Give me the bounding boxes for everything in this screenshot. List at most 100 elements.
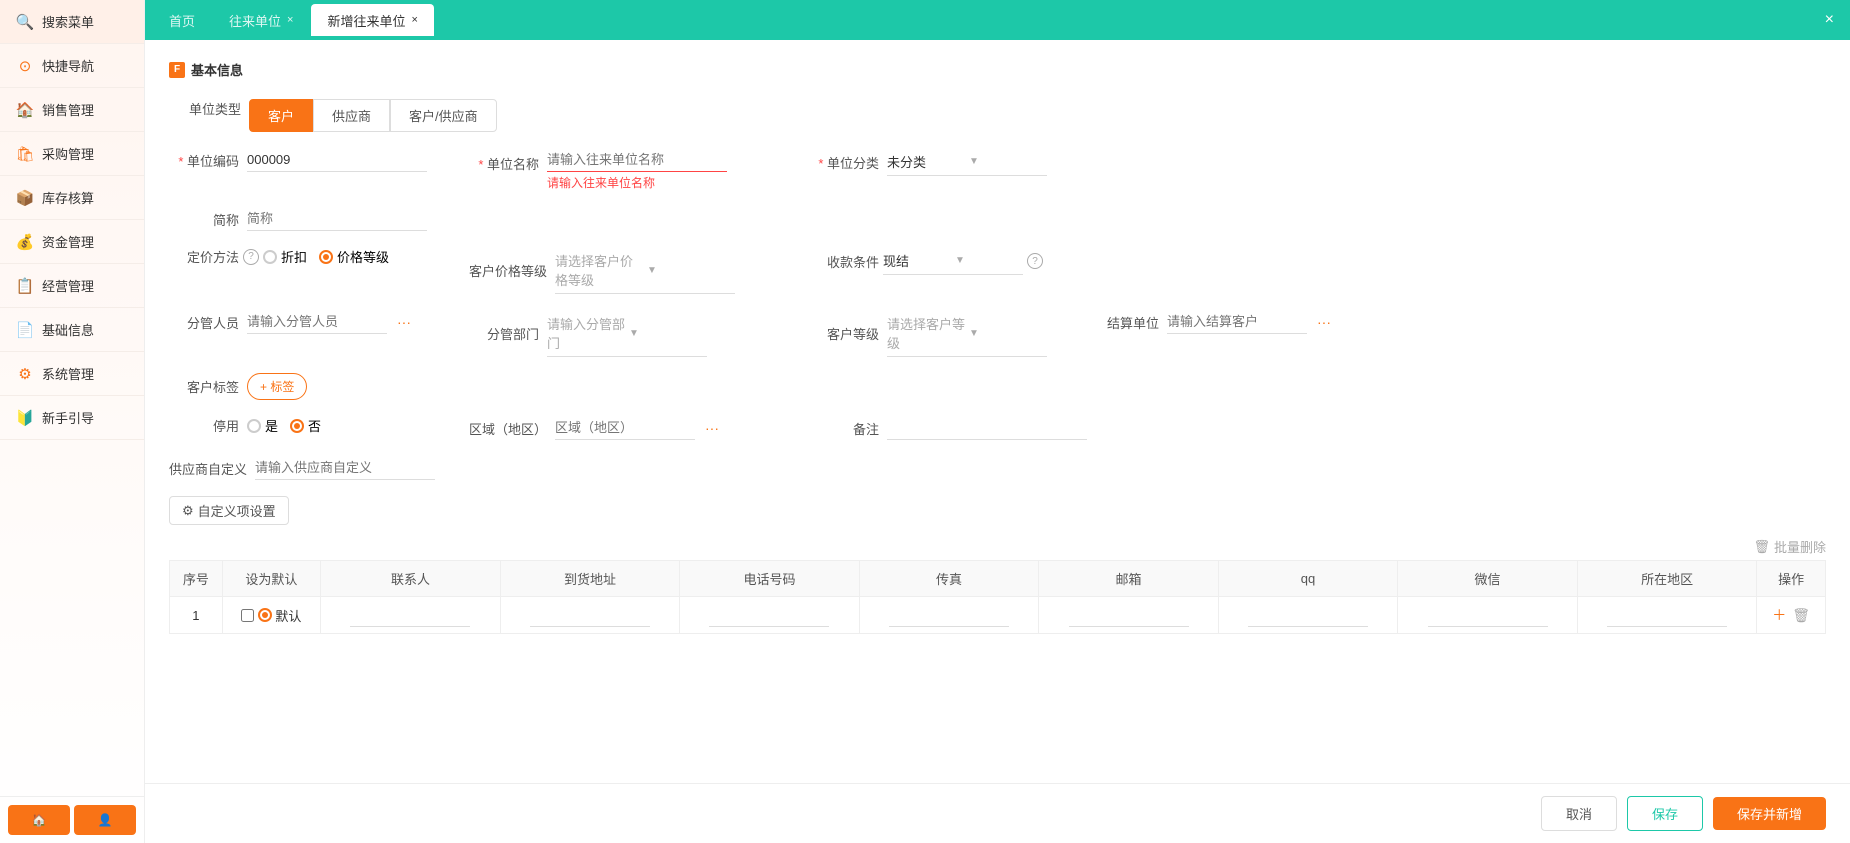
- settlement-unit-group: 结算单位 ···: [1089, 310, 1826, 334]
- unit-name-input[interactable]: [547, 148, 727, 172]
- cell-fax[interactable]: [859, 597, 1039, 634]
- sidebar-home-btn[interactable]: 🏠: [8, 805, 70, 835]
- disabled-row: 停用 是 否 区域（地区） ···: [169, 416, 1826, 440]
- address-input[interactable]: [530, 603, 650, 627]
- tab-new-partner[interactable]: 新增往来单位 ×: [311, 4, 433, 36]
- sidebar: 🔍 搜索菜单 ⊙ 快捷导航 🏠 销售管理 🛍 采购管理 📦 库存核算 💰 资金管…: [0, 0, 145, 843]
- department-placeholder: 请输入分管部门: [547, 314, 625, 352]
- chevron-down-icon: ▼: [969, 156, 1047, 167]
- department-group: 分管部门 请输入分管部门 ▼: [469, 310, 809, 357]
- manager-input[interactable]: [247, 310, 387, 334]
- row-actions: ＋ 🗑: [1763, 605, 1819, 625]
- sidebar-item-label: 搜索菜单: [42, 12, 94, 31]
- settlement-ellipsis-btn[interactable]: ···: [1315, 314, 1333, 330]
- sidebar-item-search[interactable]: 🔍 搜索菜单: [0, 0, 144, 44]
- cell-phone[interactable]: [680, 597, 860, 634]
- radio-discount[interactable]: 折扣: [263, 247, 307, 266]
- custom-settings-btn[interactable]: ⚙ 自定义项设置: [169, 496, 289, 525]
- email-input[interactable]: [1069, 603, 1189, 627]
- finance-icon: 💰: [16, 233, 34, 251]
- cell-index: 1: [170, 597, 223, 634]
- settlement-unit-input[interactable]: [1167, 310, 1307, 334]
- region-input[interactable]: [555, 416, 695, 440]
- remark-input[interactable]: [887, 416, 1087, 440]
- customer-price-level-select[interactable]: 请选择客户价格等级 ▼: [555, 247, 735, 294]
- cell-wechat[interactable]: [1398, 597, 1578, 634]
- tab-label: 首页: [169, 11, 195, 30]
- region-ellipsis-btn[interactable]: ···: [703, 420, 721, 436]
- sidebar-item-system[interactable]: ⚙ 系统管理: [0, 352, 144, 396]
- unit-name-input-box: 请输入往来单位名称: [547, 148, 727, 191]
- radio-disabled-yes[interactable]: 是: [247, 416, 278, 435]
- supplier-custom-input[interactable]: [255, 456, 435, 480]
- delete-row-icon[interactable]: 🗑: [1792, 607, 1810, 624]
- customer-price-level-group: 客户价格等级 请选择客户价格等级 ▼: [469, 247, 809, 294]
- cell-email[interactable]: [1039, 597, 1219, 634]
- sidebar-item-basic-info[interactable]: 📄 基础信息: [0, 308, 144, 352]
- payment-terms-select[interactable]: 现结 ▼: [883, 247, 1023, 275]
- wechat-input[interactable]: [1428, 603, 1548, 627]
- sidebar-user-btn[interactable]: 👤: [74, 805, 136, 835]
- save-new-button[interactable]: 保存并新增: [1713, 797, 1826, 830]
- payment-help-icon[interactable]: ?: [1027, 253, 1043, 269]
- cell-address[interactable]: [500, 597, 680, 634]
- unit-code-label: 单位编码: [169, 151, 239, 170]
- sidebar-item-inventory[interactable]: 📦 库存核算: [0, 176, 144, 220]
- add-row-icon[interactable]: ＋: [1772, 605, 1786, 625]
- sidebar-item-purchase[interactable]: 🛍 采购管理: [0, 132, 144, 176]
- sidebar-item-label: 经营管理: [42, 276, 94, 295]
- radio-price-level[interactable]: 价格等级: [319, 247, 389, 266]
- radio-disabled-yes-label: 是: [265, 416, 278, 435]
- unit-type-group: 客户 供应商 客户/供应商: [249, 99, 497, 132]
- sidebar-item-quick-nav[interactable]: ⊙ 快捷导航: [0, 44, 144, 88]
- remark-group: 备注: [809, 416, 1826, 440]
- unit-category-select[interactable]: 未分类 ▼: [887, 148, 1047, 176]
- qq-input[interactable]: [1248, 603, 1368, 627]
- sidebar-item-label: 基础信息: [42, 320, 94, 339]
- batch-delete-label[interactable]: 批量删除: [1774, 537, 1826, 556]
- region-table-input[interactable]: [1607, 603, 1727, 627]
- sidebar-item-finance[interactable]: 💰 资金管理: [0, 220, 144, 264]
- col-fax: 传真: [859, 561, 1039, 597]
- table-body: 1 默认: [170, 597, 1826, 634]
- col-phone: 电话号码: [680, 561, 860, 597]
- cell-region[interactable]: [1577, 597, 1757, 634]
- unit-code-input[interactable]: [247, 148, 427, 172]
- radio-disabled-no[interactable]: 否: [290, 416, 321, 435]
- default-radio[interactable]: [258, 608, 272, 622]
- sidebar-item-sales[interactable]: 🏠 销售管理: [0, 88, 144, 132]
- sidebar-item-label: 系统管理: [42, 364, 94, 383]
- unit-type-row: 单位类型 客户 供应商 客户/供应商: [169, 99, 1826, 132]
- add-tag-btn[interactable]: + 标签: [247, 373, 307, 400]
- phone-input[interactable]: [709, 603, 829, 627]
- cell-qq[interactable]: [1218, 597, 1398, 634]
- window-close-btn[interactable]: ×: [1817, 11, 1842, 29]
- cell-contact[interactable]: [321, 597, 501, 634]
- tab-partner[interactable]: 往来单位 ×: [213, 4, 309, 36]
- short-name-group: 简称: [169, 207, 469, 231]
- sidebar-item-operations[interactable]: 📋 经营管理: [0, 264, 144, 308]
- department-select[interactable]: 请输入分管部门 ▼: [547, 310, 707, 357]
- unit-code-group: 单位编码: [169, 148, 469, 172]
- fax-input[interactable]: [889, 603, 1009, 627]
- short-name-input[interactable]: [247, 207, 427, 231]
- tab-label: 往来单位: [229, 11, 281, 30]
- sidebar-item-guide[interactable]: 🔰 新手引导: [0, 396, 144, 440]
- sales-icon: 🏠: [16, 101, 34, 119]
- contact-input[interactable]: [350, 603, 470, 627]
- customer-tag-row: 客户标签 + 标签: [169, 373, 1826, 400]
- pricing-help-icon[interactable]: ?: [243, 249, 259, 265]
- customer-level-select[interactable]: 请选择客户等级 ▼: [887, 310, 1047, 357]
- tab-home[interactable]: 首页: [153, 4, 211, 36]
- customer-level-placeholder: 请选择客户等级: [887, 314, 965, 352]
- unit-btn-both[interactable]: 客户/供应商: [390, 99, 497, 132]
- unit-btn-supplier[interactable]: 供应商: [313, 99, 390, 132]
- tab-close-new-partner[interactable]: ×: [411, 14, 417, 26]
- unit-btn-customer[interactable]: 客户: [249, 99, 313, 132]
- tab-close-partner[interactable]: ×: [287, 14, 293, 26]
- cancel-button[interactable]: 取消: [1541, 796, 1617, 831]
- row-checkbox[interactable]: [241, 609, 254, 622]
- payment-terms-label: 收款条件: [809, 252, 879, 271]
- save-button[interactable]: 保存: [1627, 796, 1703, 831]
- manager-ellipsis-btn[interactable]: ···: [395, 314, 413, 330]
